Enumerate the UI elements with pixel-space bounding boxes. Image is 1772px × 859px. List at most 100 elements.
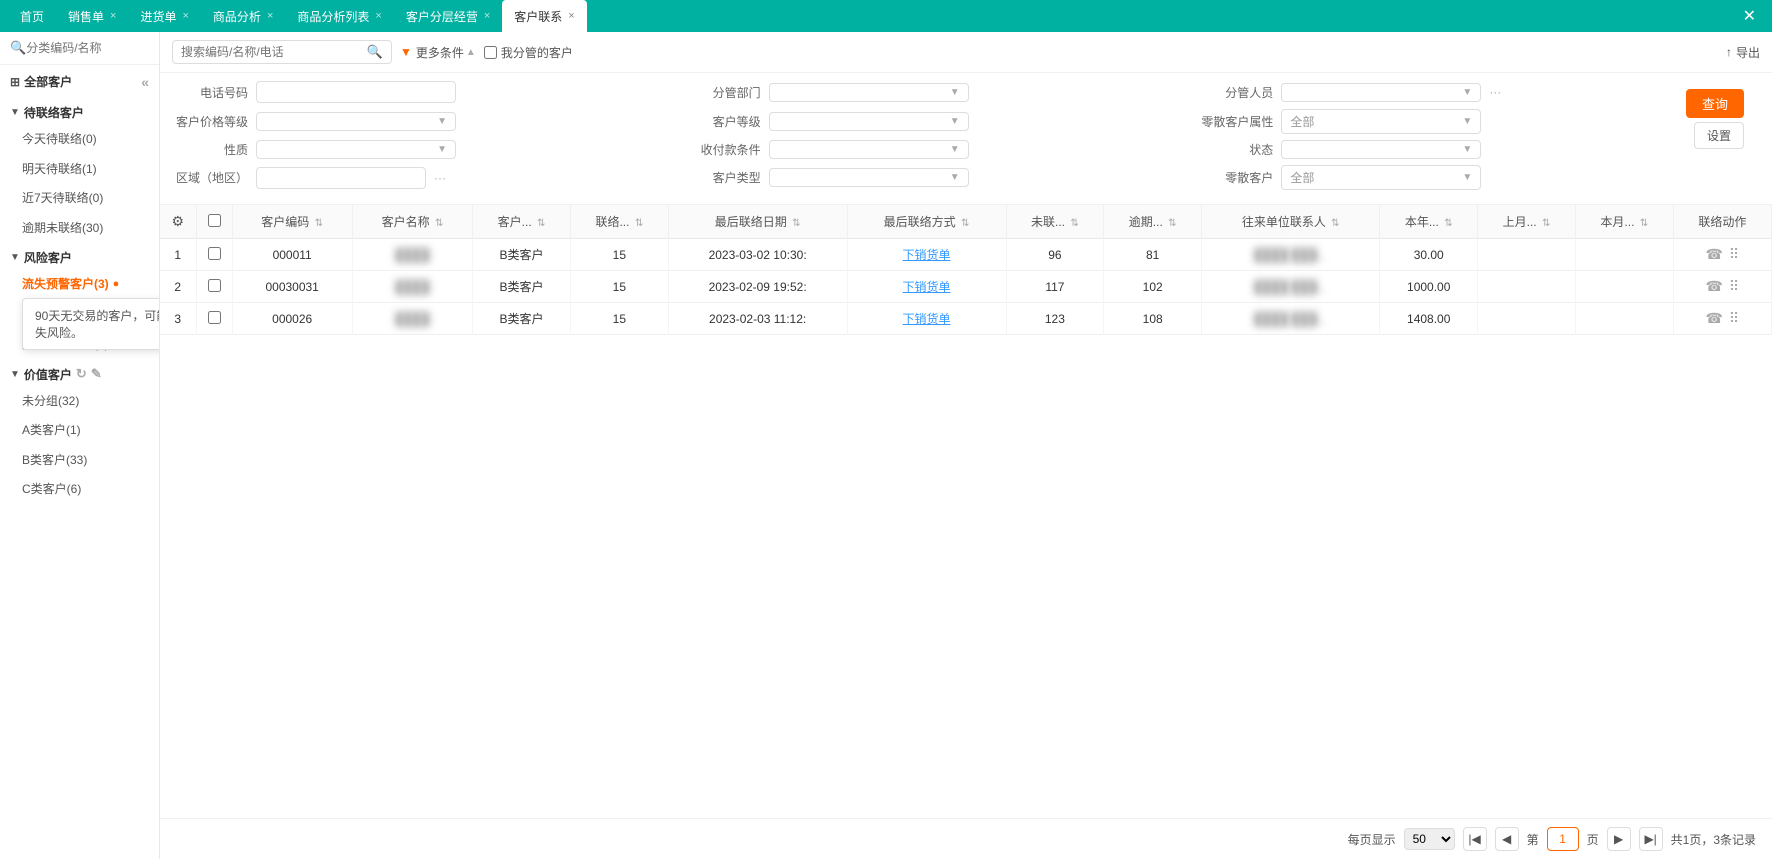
my-customers-checkbox[interactable] (484, 46, 497, 59)
cell-last-way-0[interactable]: 下销货单 (847, 239, 1006, 271)
more-conditions-btn[interactable]: ▼ 更多条件 ▲ (400, 44, 476, 61)
region-more-icon[interactable]: ··· (426, 171, 454, 185)
sort-icon-last-month[interactable]: ⇅ (1542, 218, 1550, 229)
sidebar-item-tomorrow[interactable]: 明天待联络(1) (0, 155, 159, 185)
sort-icon-this-month[interactable]: ⇅ (1640, 218, 1648, 229)
row-checkbox-0[interactable] (208, 247, 221, 260)
col-settings[interactable]: ⚙ (160, 205, 196, 239)
last-way-link-0[interactable]: 下销货单 (903, 248, 951, 262)
tab-purchase-close[interactable]: × (182, 10, 188, 22)
tab-customer-contact[interactable]: 客户联系 × (502, 0, 586, 32)
current-page-input[interactable] (1547, 827, 1579, 851)
tab-customer-layer-close[interactable]: × (484, 10, 490, 22)
filter-row-2: 客户价格等级 ▼ 客户等级 ▼ (176, 109, 1674, 134)
my-customers-checkbox-label[interactable]: 我分管的客户 (484, 44, 573, 61)
more-action-icon-1[interactable]: ⠿ (1729, 278, 1739, 295)
sort-icon-unit[interactable]: ⇅ (1331, 218, 1339, 229)
sidebar-item-class-a[interactable]: A类客户(1) (0, 416, 159, 446)
sidebar-item-today[interactable]: 今天待联络(0) (0, 125, 159, 155)
sidebar-item-class-b[interactable]: B类客户(33) (0, 446, 159, 476)
tab-analysis-list-close[interactable]: × (375, 10, 381, 22)
tab-customer-contact-close[interactable]: × (568, 10, 574, 22)
sidebar-item-class-c[interactable]: C类客户(6) (0, 475, 159, 505)
collapse-btn[interactable]: « (141, 74, 149, 90)
warning-dot: ● (113, 275, 120, 295)
tab-analysis-list[interactable]: 商品分析列表 × (285, 0, 393, 32)
tab-purchase[interactable]: 进货单 × (128, 0, 200, 32)
person-select[interactable]: ▼ (1281, 83, 1481, 102)
status-select[interactable]: ▼ (1281, 140, 1481, 159)
tab-sales[interactable]: 销售单 × (56, 0, 128, 32)
sidebar-item-churn-warning[interactable]: 流失预警客户(3) ● (0, 270, 159, 300)
sort-icon-not-contacted[interactable]: ⇅ (1070, 218, 1078, 229)
settings-icon[interactable]: ⚙ (171, 213, 184, 229)
customer-level-select[interactable]: ▼ (769, 112, 969, 131)
cell-last-way-1[interactable]: 下销货单 (847, 271, 1006, 303)
sort-icon-last-way[interactable]: ⇅ (961, 218, 969, 229)
payment-select[interactable]: ▼ (769, 140, 969, 159)
select-all-checkbox[interactable] (208, 214, 221, 227)
settings-button[interactable]: 设置 (1694, 122, 1744, 149)
search-input[interactable] (181, 45, 363, 59)
contact-icon-0[interactable]: ☎ (1705, 246, 1722, 263)
tab-analysis-close[interactable]: × (267, 10, 273, 22)
sidebar-section-value[interactable]: ▼ 价值客户 ↻ ✎ (0, 360, 159, 387)
sort-icon-this-year[interactable]: ⇅ (1444, 218, 1452, 229)
sort-icon-overdue[interactable]: ⇅ (1168, 218, 1176, 229)
prev-page-btn[interactable]: ◀ (1495, 827, 1519, 851)
refresh-icon[interactable]: ↻ (76, 366, 87, 382)
sidebar-item-overdue[interactable]: 逾期未联络(30) (0, 214, 159, 244)
sidebar-item-7days[interactable]: 近7天待联络(0) (0, 184, 159, 214)
sidebar-search-input[interactable] (26, 41, 160, 55)
scatter-attr-select[interactable]: 全部 ▼ (1281, 109, 1481, 134)
last-way-link-2[interactable]: 下销货单 (903, 312, 951, 326)
export-btn[interactable]: ↑ 导出 (1726, 44, 1760, 61)
row-checkbox-1[interactable] (208, 279, 221, 292)
tab-home[interactable]: 首页 (8, 0, 56, 32)
sidebar-all-customers[interactable]: ⊞ 全部客户 « (0, 65, 159, 98)
sidebar-section-pending[interactable]: ▼ 待联络客户 (0, 98, 159, 125)
tab-sales-close[interactable]: × (110, 10, 116, 22)
my-customers-label: 我分管的客户 (501, 44, 573, 61)
section-risk-label: 风险客户 (24, 249, 72, 266)
region-input[interactable] (256, 167, 426, 189)
sort-icon-contact[interactable]: ⇅ (635, 218, 643, 229)
edit-icon[interactable]: ✎ (91, 366, 102, 382)
tab-analysis[interactable]: 商品分析 × (201, 0, 285, 32)
col-last-month: 上月... ⇅ (1478, 205, 1576, 239)
sort-icon-last-date[interactable]: ⇅ (792, 218, 800, 229)
cell-check-1[interactable] (196, 271, 232, 303)
all-customers-label: 全部客户 (24, 73, 72, 90)
chevron-up-icon: ▲ (466, 47, 476, 58)
customer-table: ⚙ 客户编码 ⇅ 客户名称 ⇅ (160, 205, 1772, 335)
sort-icon-code[interactable]: ⇅ (315, 218, 323, 229)
cell-last-way-2[interactable]: 下销货单 (847, 303, 1006, 335)
contact-icon-2[interactable]: ☎ (1705, 310, 1722, 327)
dept-select[interactable]: ▼ (769, 83, 969, 102)
more-action-icon-2[interactable]: ⠿ (1729, 310, 1739, 327)
scatter-select[interactable]: 全部 ▼ (1281, 165, 1481, 190)
sort-icon-type[interactable]: ⇅ (537, 218, 545, 229)
tab-customer-layer[interactable]: 客户分层经营 × (394, 0, 502, 32)
query-button[interactable]: 查询 (1686, 89, 1744, 118)
cell-check-0[interactable] (196, 239, 232, 271)
last-page-btn[interactable]: ▶| (1639, 827, 1663, 851)
sort-icon-name[interactable]: ⇅ (435, 218, 443, 229)
per-page-select[interactable]: 50 20 100 (1404, 828, 1455, 850)
nature-select[interactable]: ▼ (256, 140, 456, 159)
tab-close-window[interactable]: ✕ (1735, 6, 1764, 26)
price-level-select[interactable]: ▼ (256, 112, 456, 131)
last-way-link-1[interactable]: 下销货单 (903, 280, 951, 294)
phone-input[interactable] (256, 81, 456, 103)
first-page-btn[interactable]: |◀ (1463, 827, 1487, 851)
customer-type-select[interactable]: ▼ (769, 168, 969, 187)
sidebar-item-unclassified[interactable]: 未分组(32) (0, 387, 159, 417)
cell-check-2[interactable] (196, 303, 232, 335)
next-page-btn[interactable]: ▶ (1607, 827, 1631, 851)
person-more-icon[interactable]: ··· (1481, 85, 1509, 99)
more-action-icon-0[interactable]: ⠿ (1729, 246, 1739, 263)
contact-icon-1[interactable]: ☎ (1705, 278, 1722, 295)
search-icon[interactable]: 🔍 (367, 44, 383, 60)
row-checkbox-2[interactable] (208, 311, 221, 324)
sidebar-section-risk[interactable]: ▼ 风险客户 (0, 243, 159, 270)
